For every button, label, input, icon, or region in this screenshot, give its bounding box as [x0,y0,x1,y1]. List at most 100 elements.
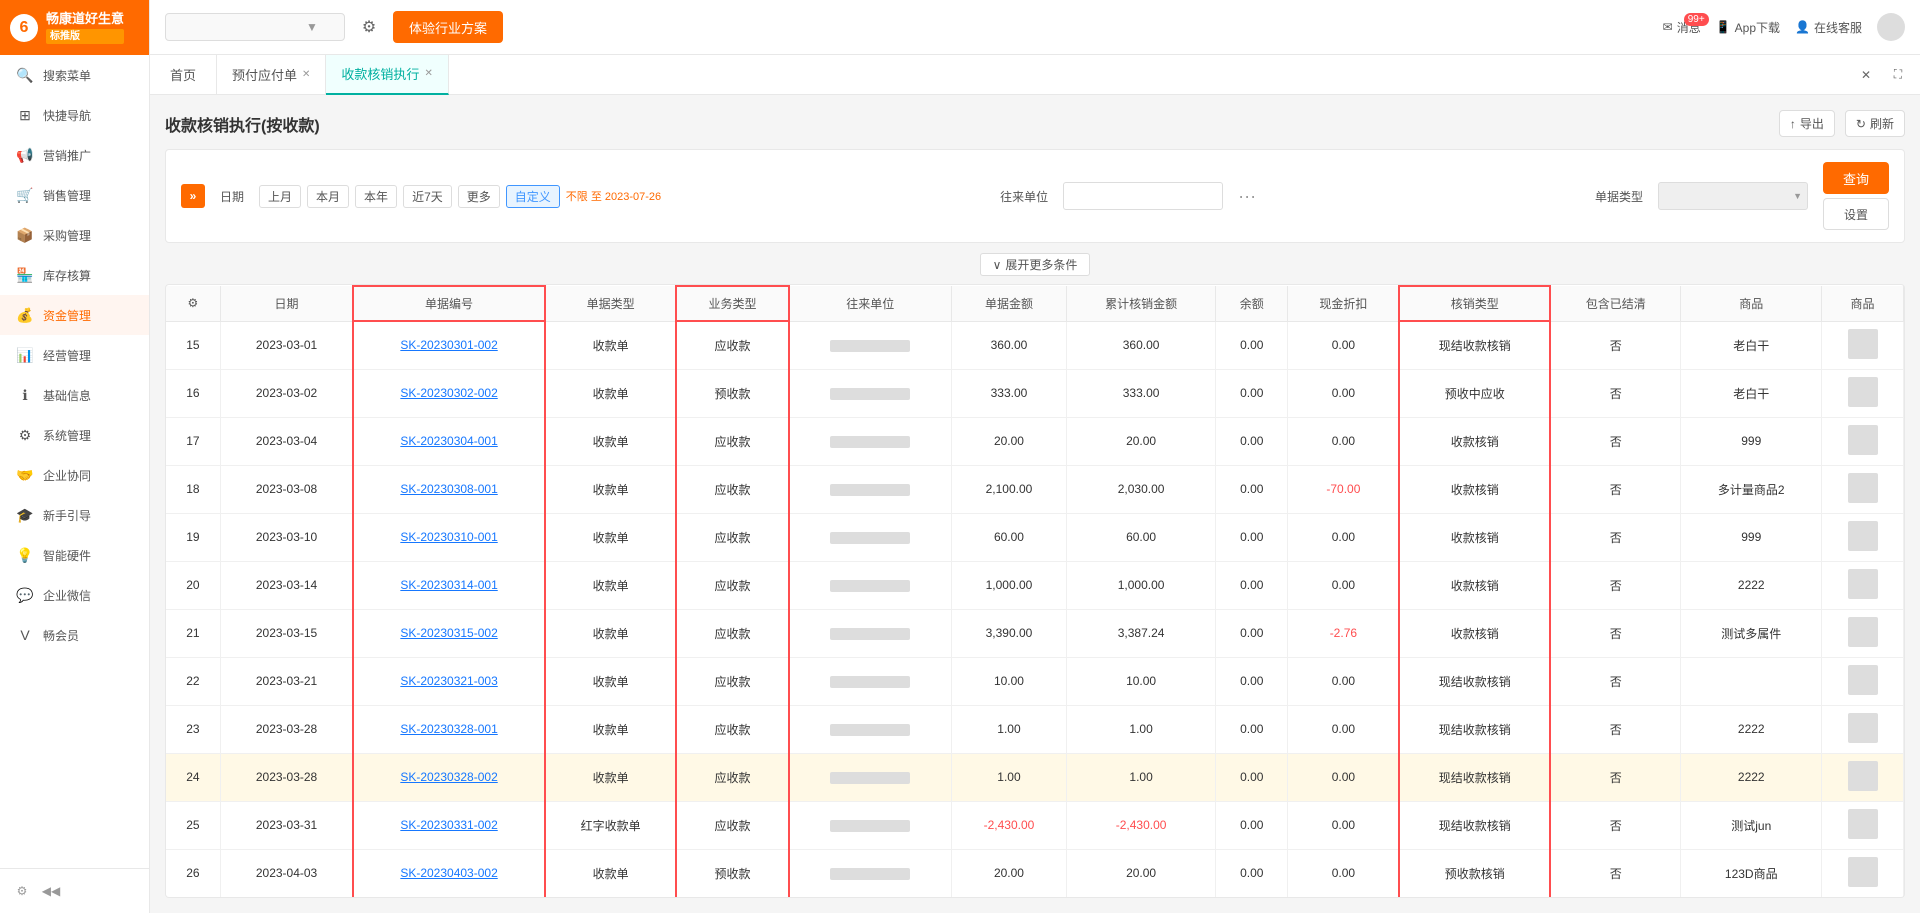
date-btn-7days[interactable]: 近7天 [403,185,452,208]
date-btn-custom[interactable]: 自定义 [506,185,560,208]
cell-verify-amount: 10.00 [1066,657,1215,705]
voucher-link[interactable]: SK-20230328-002 [400,770,497,784]
sidebar-item-enterprise[interactable]: 🤝 企业协同 [0,455,149,495]
tab-prepay[interactable]: 预付应付单 ✕ [217,55,326,95]
date-btn-last-month[interactable]: 上月 [259,185,301,208]
col-header-date[interactable]: 日期 [220,286,353,321]
voucher-link[interactable]: SK-20230308-001 [400,482,497,496]
cell-cash-discount: 0.00 [1288,657,1400,705]
voucher-link[interactable]: SK-20230302-002 [400,386,497,400]
chevron-down-icon[interactable]: ▼ [306,20,318,34]
app-download-label: App下载 [1735,19,1780,36]
col-header-partner[interactable]: 往来单位 [789,286,952,321]
voucher-link[interactable]: SK-20230304-001 [400,434,497,448]
col-header-verify-amount[interactable]: 累计核销金额 [1066,286,1215,321]
export-button[interactable]: ↑ 导出 [1779,110,1835,137]
partner-filter-input[interactable] [1063,182,1223,210]
partner-filter-dots[interactable]: ··· [1238,186,1256,207]
col-header-gear[interactable]: ⚙ [166,286,220,321]
cell-balance: 0.00 [1216,657,1288,705]
tab-collection[interactable]: 收款核销执行 ✕ [326,55,448,95]
date-btn-more[interactable]: 更多 [458,185,500,208]
query-button[interactable]: 查询 [1823,162,1889,194]
sidebar-item-guide[interactable]: 🎓 新手引导 [0,495,149,535]
cell-date: 2023-03-01 [220,321,353,369]
filter-expand-button[interactable]: » [181,184,205,208]
table-row: 22 2023-03-21 SK-20230321-003 收款单 应收款 10… [166,657,1904,705]
cell-voucher-type: 收款单 [545,321,677,369]
col-header-balance[interactable]: 余额 [1216,286,1288,321]
sidebar-item-system[interactable]: ⚙ 系统管理 [0,415,149,455]
sidebar-item-marketing[interactable]: 📢 营销推广 [0,135,149,175]
topbar-search-input[interactable] [174,20,304,34]
voucher-link[interactable]: SK-20230315-002 [400,626,497,640]
sidebar-item-hardware[interactable]: 💡 智能硬件 [0,535,149,575]
cell-voucher-type: 红字收款单 [545,801,677,849]
date-btn-this-month[interactable]: 本月 [307,185,349,208]
sidebar-item-search[interactable]: 🔍 搜索菜单 [0,55,149,95]
sidebar-item-sales[interactable]: 🛒 销售管理 [0,175,149,215]
cell-biz-type: 应收款 [676,705,788,753]
table-container[interactable]: ⚙ 日期 单据编号 单据类型 业务类型 往来单位 单据金额 累计核销金额 余额 … [165,284,1905,898]
voucher-link[interactable]: SK-20230314-001 [400,578,497,592]
sidebar-item-finance[interactable]: 💰 资金管理 [0,295,149,335]
cell-partner [789,465,952,513]
cell-date: 2023-04-03 [220,849,353,897]
col-header-voucher-type[interactable]: 单据类型 [545,286,677,321]
voucher-link[interactable]: SK-20230328-001 [400,722,497,736]
tab-home[interactable]: 首页 [150,55,217,95]
voucher-link[interactable]: SK-20230331-002 [400,818,497,832]
cell-voucher-no: SK-20230304-001 [353,417,545,465]
col-header-verify-type[interactable]: 核销类型 [1399,286,1550,321]
sidebar-item-purchase[interactable]: 📦 采购管理 [0,215,149,255]
cell-cash-discount: 0.00 [1288,753,1400,801]
col-header-include-cleared[interactable]: 包含已结清 [1550,286,1681,321]
col-header-cash-discount[interactable]: 现金折扣 [1288,286,1400,321]
partner-filter-label: 往来单位 [1000,188,1048,205]
cell-voucher-no: SK-20230310-001 [353,513,545,561]
col-header-voucher-no[interactable]: 单据编号 [353,286,545,321]
sidebar-item-quick-nav[interactable]: ⊞ 快捷导航 [0,95,149,135]
sidebar-item-label: 智能硬件 [43,547,91,564]
solution-button[interactable]: 体验行业方案 [393,11,503,43]
sidebar-item-basic[interactable]: ℹ 基础信息 [0,375,149,415]
set-button[interactable]: 设置 [1823,198,1889,230]
tab-close-btn[interactable]: ✕ [1854,63,1878,87]
collapse-icon[interactable]: ◀◀ [39,879,63,903]
sidebar-item-inventory[interactable]: 🏪 库存核算 [0,255,149,295]
user-avatar[interactable] [1877,13,1905,41]
cell-verify-type: 现结收款核销 [1399,753,1550,801]
inventory-icon: 🏪 [15,265,35,285]
sidebar-item-operation[interactable]: 📊 经营管理 [0,335,149,375]
date-btn-this-year[interactable]: 本年 [355,185,397,208]
cell-goods2 [1822,849,1904,897]
voucher-link[interactable]: SK-20230403-002 [400,866,497,880]
online-service-action[interactable]: 👤 在线客服 [1795,19,1862,36]
tab-collection-close[interactable]: ✕ [424,68,432,79]
col-header-goods[interactable]: 商品 [1681,286,1822,321]
app-download-action[interactable]: 📱 App下载 [1716,19,1780,36]
sidebar-item-wechat[interactable]: 💬 企业微信 [0,575,149,615]
cell-voucher-no: SK-20230308-001 [353,465,545,513]
topbar-gear-icon[interactable]: ⚙ [355,13,383,41]
cell-goods2 [1822,609,1904,657]
cell-balance: 0.00 [1216,705,1288,753]
cell-verify-type: 收款核销 [1399,417,1550,465]
voucher-link[interactable]: SK-20230310-001 [400,530,497,544]
voucher-type-select[interactable] [1658,182,1808,210]
settings-icon[interactable]: ⚙ [10,879,34,903]
tab-expand-btn[interactable]: ⛶ [1886,63,1910,87]
col-header-amount[interactable]: 单据金额 [951,286,1066,321]
refresh-button[interactable]: ↻ 刷新 [1845,110,1905,137]
messages-action[interactable]: ✉ 消息 99+ [1663,19,1701,36]
col-header-biz-type[interactable]: 业务类型 [676,286,788,321]
cell-amount: 20.00 [951,849,1066,897]
sidebar-item-member[interactable]: V 畅会员 [0,615,149,655]
cell-amount: 100.00 [951,897,1066,898]
voucher-link[interactable]: SK-20230321-003 [400,674,497,688]
col-header-goods2[interactable]: 商品 [1822,286,1904,321]
cell-no: 17 [166,417,220,465]
expand-more-button[interactable]: ∨ 展开更多条件 [980,253,1091,276]
tab-prepay-close[interactable]: ✕ [302,69,310,80]
voucher-link[interactable]: SK-20230301-002 [400,338,497,352]
